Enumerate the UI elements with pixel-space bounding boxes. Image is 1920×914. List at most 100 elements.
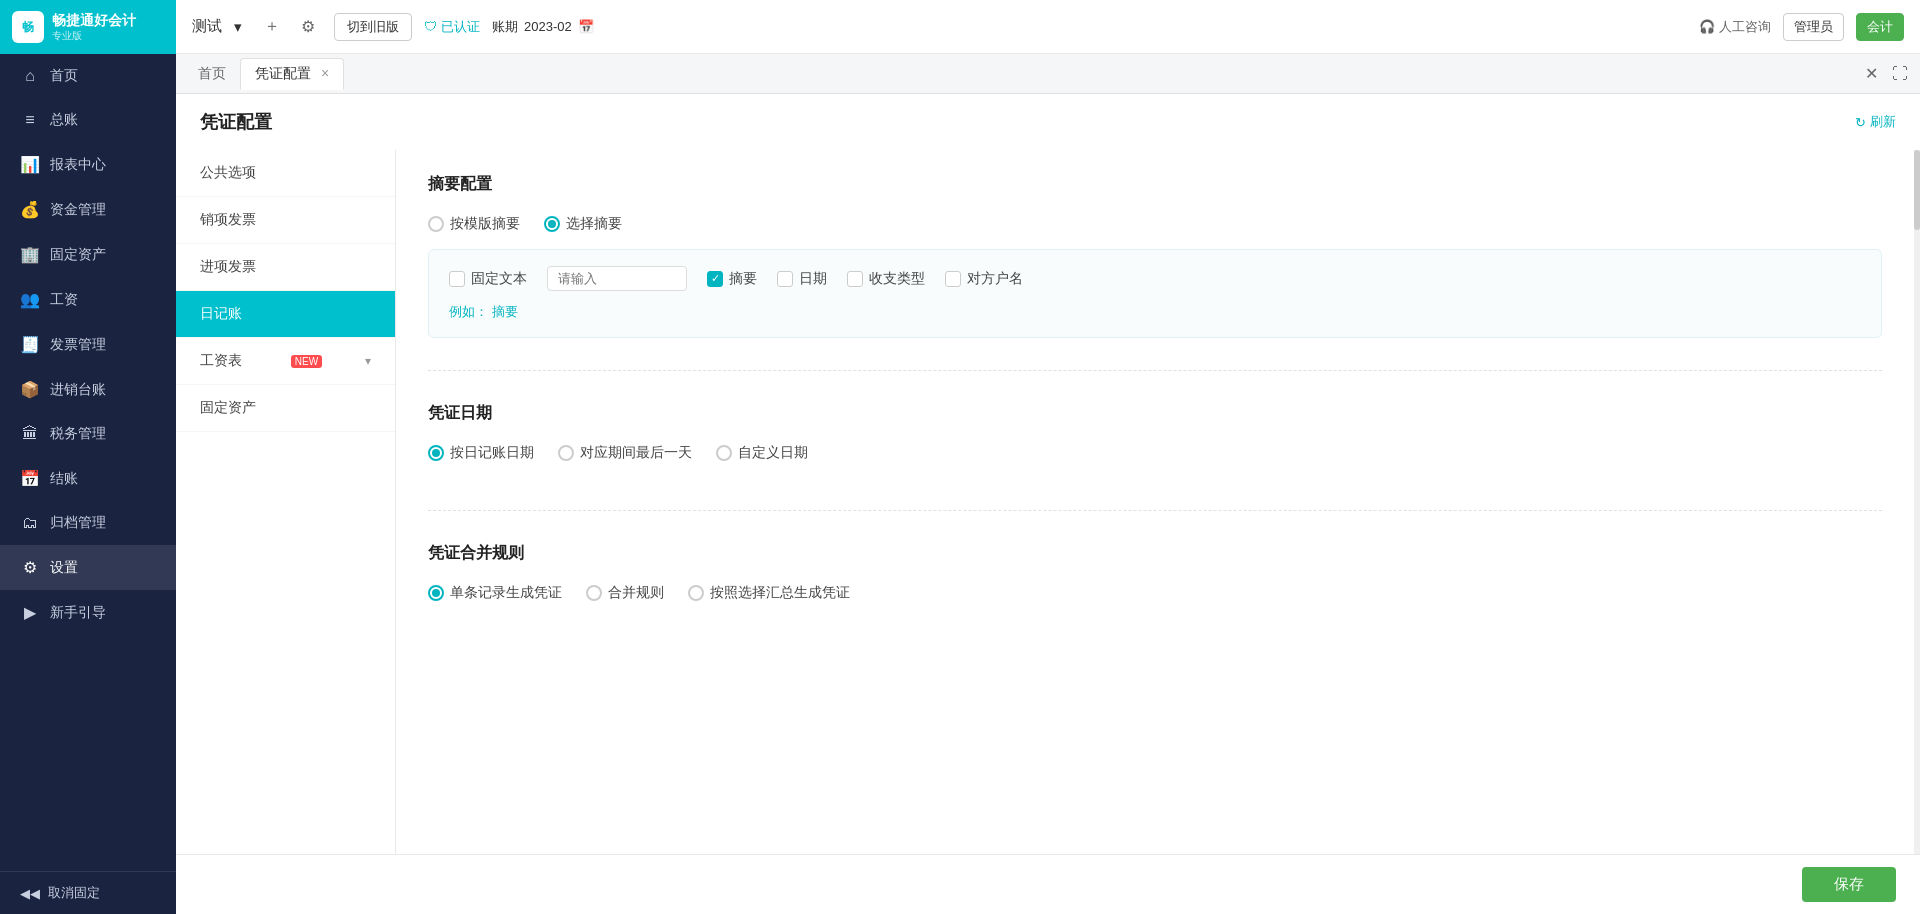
tab-voucher-config[interactable]: 凭证配置 × xyxy=(240,58,344,90)
checkbox-pay-type-box xyxy=(847,271,863,287)
radio-selected-summary[interactable]: 按照选择汇总生成凭证 xyxy=(688,584,850,602)
merge-rule-section: 凭证合并规则 单条记录生成凭证 合并规则 xyxy=(428,543,1882,650)
expand-btn[interactable]: ⛶ xyxy=(1888,60,1912,87)
sidebar-item-period-end[interactable]: 📅 结账 xyxy=(0,456,176,501)
fixed-text-input[interactable] xyxy=(547,266,687,291)
left-nav: 公共选项 销项发票 进项发票 日记账 工资表 NEW ▾ xyxy=(176,150,396,854)
abstract-section-title: 摘要配置 xyxy=(428,174,1882,195)
sidebar-item-invoice[interactable]: 🧾 发票管理 xyxy=(0,322,176,367)
checkbox-fixed-text-box xyxy=(449,271,465,287)
guide-icon: ▶ xyxy=(20,603,40,622)
topbar-right: 🎧 人工咨询 管理员 会计 xyxy=(1699,13,1904,41)
radio-circle-summary xyxy=(688,585,704,601)
tab-close-icon[interactable]: × xyxy=(321,65,329,81)
sidebar-item-archive[interactable]: 🗂 归档管理 xyxy=(0,501,176,545)
calendar-icon[interactable]: 📅 xyxy=(578,19,594,34)
left-nav-item-public[interactable]: 公共选项 xyxy=(176,150,395,197)
sidebar-item-cashflow[interactable]: 💰 资金管理 xyxy=(0,187,176,232)
left-nav-item-journal[interactable]: 日记账 xyxy=(176,291,395,338)
cashflow-icon: 💰 xyxy=(20,200,40,219)
tabbar: 首页 凭证配置 × ✕ ⛶ xyxy=(176,54,1920,94)
radio-select-abstract[interactable]: 选择摘要 xyxy=(544,215,622,233)
topbar-actions: ＋ ⚙ xyxy=(258,13,322,41)
purchase-sales-icon: 📦 xyxy=(20,380,40,399)
abstract-config-box: 固定文本 摘要 日期 xyxy=(428,249,1882,338)
left-nav-item-payroll-table[interactable]: 工资表 NEW ▾ xyxy=(176,338,395,385)
user-button[interactable]: 管理员 xyxy=(1783,13,1844,41)
right-scrollbar[interactable] xyxy=(1914,150,1920,854)
close-tab-btn[interactable]: ✕ xyxy=(1861,60,1882,87)
page-content: 凭证配置 ↻ 刷新 公共选项 销项发票 进项发票 xyxy=(176,94,1920,914)
cert-status: 🛡 已认证 xyxy=(424,18,480,36)
sidebar-item-tax[interactable]: 🏛 税务管理 xyxy=(0,412,176,456)
checkbox-abstract[interactable]: 摘要 xyxy=(707,270,757,288)
new-badge: NEW xyxy=(291,355,322,368)
sidebar-item-ledger[interactable]: ≡ 总账 xyxy=(0,98,176,142)
radio-circle-period-last xyxy=(558,445,574,461)
topbar: 测试 ▾ ＋ ⚙ 切到旧版 🛡 已认证 账期 2023-02 📅 🎧 人工咨询 … xyxy=(176,0,1920,54)
right-config: 摘要配置 按模版摘要 选择摘要 xyxy=(396,150,1914,854)
radio-template-abstract[interactable]: 按模版摘要 xyxy=(428,215,520,233)
ledger-icon: ≡ xyxy=(20,111,40,129)
switch-old-version-button[interactable]: 切到旧版 xyxy=(334,13,412,41)
project-name: 测试 xyxy=(192,17,222,36)
period-end-icon: 📅 xyxy=(20,469,40,488)
abstract-fields-row: 固定文本 摘要 日期 xyxy=(449,266,1861,291)
sidebar-item-payroll[interactable]: 👥 工资 xyxy=(0,277,176,322)
content-area: 凭证配置 ↻ 刷新 公共选项 销项发票 进项发票 xyxy=(176,94,1920,914)
accountant-button[interactable]: 会计 xyxy=(1856,13,1904,41)
page-header: 凭证配置 ↻ 刷新 xyxy=(176,94,1920,150)
radio-circle-journal-date xyxy=(428,445,444,461)
payroll-icon: 👥 xyxy=(20,290,40,309)
sidebar-item-home[interactable]: ⌂ 首页 xyxy=(0,54,176,98)
sidebar-item-fixed-assets[interactable]: 🏢 固定资产 xyxy=(0,232,176,277)
radio-single-voucher[interactable]: 单条记录生成凭证 xyxy=(428,584,562,602)
logo-icon: 畅 xyxy=(12,11,44,43)
radio-merge-rule[interactable]: 合并规则 xyxy=(586,584,664,602)
radio-circle-custom-date xyxy=(716,445,732,461)
consult-button[interactable]: 🎧 人工咨询 xyxy=(1699,18,1771,36)
checkbox-pay-type[interactable]: 收支类型 xyxy=(847,270,925,288)
cancel-fixed-btn[interactable]: ◀◀ 取消固定 xyxy=(0,871,176,914)
radio-circle-select xyxy=(544,216,560,232)
sidebar-item-reports[interactable]: 📊 报表中心 xyxy=(0,142,176,187)
sidebar-item-purchase-sales[interactable]: 📦 进销台账 xyxy=(0,367,176,412)
abstract-section: 摘要配置 按模版摘要 选择摘要 xyxy=(428,174,1882,371)
project-dropdown-arrow[interactable]: ▾ xyxy=(234,18,242,36)
page-title: 凭证配置 xyxy=(200,110,272,150)
add-button[interactable]: ＋ xyxy=(258,13,286,41)
abstract-radio-group: 按模版摘要 选择摘要 xyxy=(428,215,1882,233)
checkbox-date[interactable]: 日期 xyxy=(777,270,827,288)
voucher-date-radio-group: 按日记账日期 对应期间最后一天 自定义日期 xyxy=(428,444,1882,462)
tab-home[interactable]: 首页 xyxy=(184,59,240,89)
checkbox-fixed-text[interactable]: 固定文本 xyxy=(449,270,527,288)
invoice-icon: 🧾 xyxy=(20,335,40,354)
sidebar-item-settings[interactable]: ⚙ 设置 xyxy=(0,545,176,590)
checkbox-counterparty[interactable]: 对方户名 xyxy=(945,270,1023,288)
checkbox-counterparty-box xyxy=(945,271,961,287)
tax-icon: 🏛 xyxy=(20,425,40,443)
home-icon: ⌂ xyxy=(20,67,40,85)
reports-icon: 📊 xyxy=(20,155,40,174)
shield-icon: 🛡 xyxy=(424,19,437,34)
checkbox-date-box xyxy=(777,271,793,287)
period-display: 账期 2023-02 📅 xyxy=(492,18,594,36)
merge-rule-title: 凭证合并规则 xyxy=(428,543,1882,564)
left-nav-item-sales[interactable]: 销项发票 xyxy=(176,197,395,244)
fixed-assets-icon: 🏢 xyxy=(20,245,40,264)
radio-custom-date[interactable]: 自定义日期 xyxy=(716,444,808,462)
main-area: 测试 ▾ ＋ ⚙ 切到旧版 🛡 已认证 账期 2023-02 📅 🎧 人工咨询 … xyxy=(176,0,1920,914)
left-nav-item-purchase[interactable]: 进项发票 xyxy=(176,244,395,291)
radio-circle-merge xyxy=(586,585,602,601)
sidebar-item-guide[interactable]: ▶ 新手引导 xyxy=(0,590,176,635)
voucher-date-section: 凭证日期 按日记账日期 对应期间最后一天 xyxy=(428,403,1882,511)
radio-circle-single xyxy=(428,585,444,601)
save-button[interactable]: 保存 xyxy=(1802,867,1896,902)
archive-icon: 🗂 xyxy=(20,514,40,532)
radio-journal-date[interactable]: 按日记账日期 xyxy=(428,444,534,462)
settings-button[interactable]: ⚙ xyxy=(294,13,322,41)
radio-period-last[interactable]: 对应期间最后一天 xyxy=(558,444,692,462)
left-nav-item-fixed-assets[interactable]: 固定资产 xyxy=(176,385,395,432)
settings-icon: ⚙ xyxy=(20,558,40,577)
refresh-button[interactable]: ↻ 刷新 xyxy=(1855,113,1896,147)
